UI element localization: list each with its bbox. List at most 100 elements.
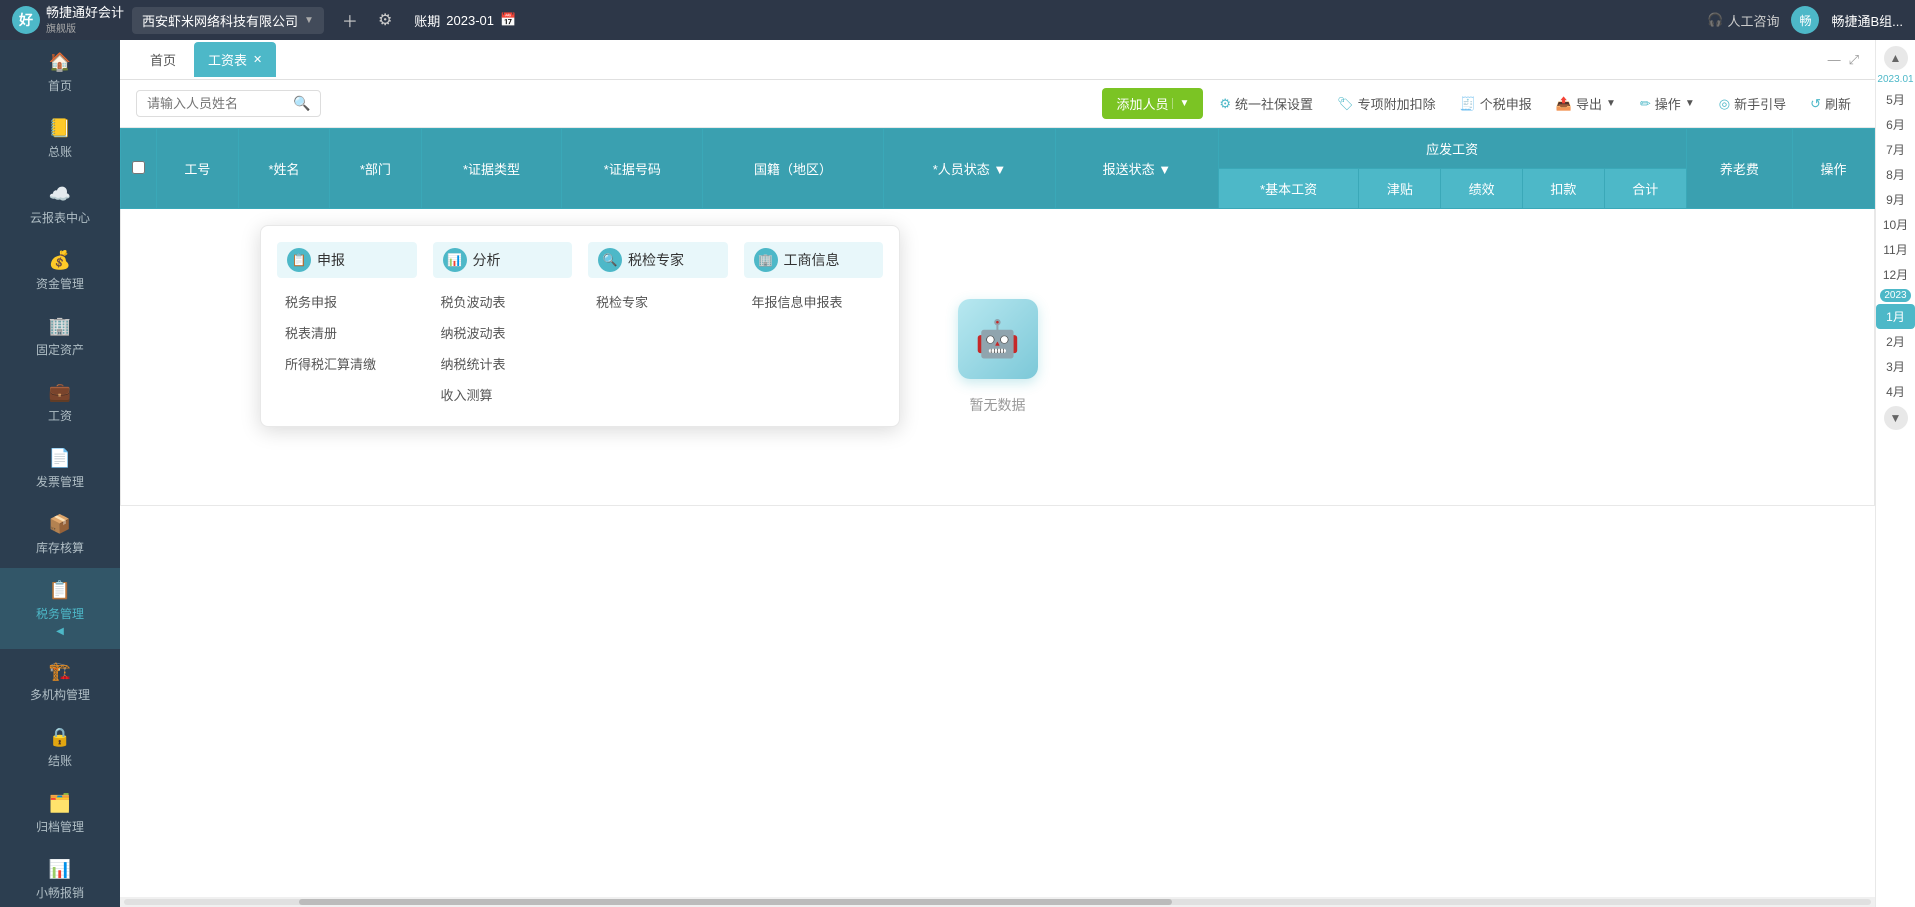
menu-item-tax-burden[interactable]: 税负波动表 xyxy=(433,286,573,317)
declaration-title: 申报 xyxy=(317,250,345,270)
settings-icon-button[interactable]: ⚙ xyxy=(372,8,398,32)
search-input[interactable] xyxy=(147,96,287,111)
sidebar-item-invoice[interactable]: 📄 发票管理 xyxy=(0,436,120,502)
cloud-icon: ☁️ xyxy=(49,184,71,205)
sidebar-expand-icon: ◀ xyxy=(56,626,64,637)
sidebar-item-close[interactable]: 🔒 结账 xyxy=(0,715,120,781)
user-avatar[interactable]: 畅 xyxy=(1791,6,1819,34)
menu-item-income-calc[interactable]: 收入测算 xyxy=(433,379,573,410)
menu-section-analysis: 📊 分析 税负波动表 纳税波动表 纳税统计表 收入测算 xyxy=(433,242,573,410)
tax-declaration-button[interactable]: 🧾 个税申报 xyxy=(1452,90,1540,117)
export-icon: 📤 xyxy=(1556,96,1572,112)
table-subheader-allowance: 津贴 xyxy=(1359,169,1441,209)
timeline-month-8[interactable]: 8月 xyxy=(1876,162,1915,187)
dropdown-menu: 📋 申报 税务申报 税表清册 所得税汇算清缴 📊 分析 税负波动表 纳税波动表 … xyxy=(260,225,900,427)
filter2-icon[interactable]: ▼ xyxy=(1158,162,1171,177)
company-name: 西安虾米网络科技有限公司 xyxy=(142,11,298,30)
search-icon: 🔍 xyxy=(293,95,310,112)
sidebar-ledger-label: 总账 xyxy=(48,143,72,160)
analysis-section-icon: 📊 xyxy=(443,248,467,272)
period-value: 2023-01 xyxy=(446,13,494,28)
timeline-month-5[interactable]: 5月 xyxy=(1876,87,1915,112)
menu-item-tax-flow[interactable]: 纳税波动表 xyxy=(433,317,573,348)
table-header-send-status: 报送状态 ▼ xyxy=(1056,129,1219,209)
sidebar-item-multi[interactable]: 🏗️ 多机构管理 xyxy=(0,649,120,715)
customer-service-button[interactable]: 🎧 人工咨询 xyxy=(1707,11,1779,30)
tab-home[interactable]: 首页 xyxy=(136,42,190,77)
salary-icon: 💼 xyxy=(49,382,71,403)
sidebar-item-home[interactable]: 🏠 首页 xyxy=(0,40,120,106)
timeline-month-10[interactable]: 10月 xyxy=(1876,212,1915,237)
filter-icon[interactable]: ▼ xyxy=(993,162,1006,177)
timeline-up-arrow[interactable]: ▲ xyxy=(1884,46,1908,70)
window-minimize-icon[interactable]: — xyxy=(1828,52,1841,68)
export-arrow: ▼ xyxy=(1606,98,1616,109)
search-box[interactable]: 🔍 xyxy=(136,90,321,117)
sidebar-home-label: 首页 xyxy=(48,77,72,94)
home-icon: 🏠 xyxy=(49,52,71,73)
archive-icon: 🗂️ xyxy=(49,793,71,814)
refresh-button[interactable]: ↺ 刷新 xyxy=(1802,90,1859,117)
sidebar-item-report[interactable]: 📊 小畅报销 xyxy=(0,847,120,907)
social-insurance-button[interactable]: ⚙ 统一社保设置 xyxy=(1211,90,1321,117)
header-actions: ＋ ⚙ xyxy=(336,6,398,34)
timeline-month-12[interactable]: 12月 xyxy=(1876,262,1915,287)
sidebar-item-assets[interactable]: 🏢 固定资产 xyxy=(0,304,120,370)
scroll-thumb[interactable] xyxy=(299,899,1173,905)
add-company-button[interactable]: ＋ xyxy=(336,6,364,34)
sidebar-invoice-label: 发票管理 xyxy=(36,473,84,490)
timeline-month-4[interactable]: 4月 xyxy=(1876,379,1915,404)
calendar-icon[interactable]: 📅 xyxy=(500,12,516,28)
special-deduction-button[interactable]: 🏷 专项附加扣除 xyxy=(1329,90,1444,117)
sidebar-item-tax[interactable]: 📋 税务管理 ◀ xyxy=(0,568,120,649)
table-header-checkbox[interactable] xyxy=(121,129,157,209)
refresh-icon: ↺ xyxy=(1810,96,1821,112)
timeline-month-2[interactable]: 2月 xyxy=(1876,329,1915,354)
select-all-checkbox[interactable] xyxy=(132,161,145,174)
menu-item-annual-report[interactable]: 年报信息申报表 xyxy=(744,286,884,317)
window-maximize-icon[interactable]: ⤢ xyxy=(1849,52,1859,68)
menu-item-income-clear[interactable]: 所得税汇算清缴 xyxy=(277,348,417,379)
menu-item-tax-report[interactable]: 税务申报 xyxy=(277,286,417,317)
table-header-cert-num: *证据号码 xyxy=(562,129,703,209)
menu-item-expert[interactable]: 税检专家 xyxy=(588,286,728,317)
period-area: 账期 2023-01 📅 xyxy=(414,11,516,30)
timeline-month-9[interactable]: 9月 xyxy=(1876,187,1915,212)
timeline-down-arrow[interactable]: ▼ xyxy=(1884,406,1908,430)
tab-salary[interactable]: 工资表 ✕ xyxy=(194,42,276,77)
funds-icon: 💰 xyxy=(49,250,71,271)
menu-item-tax-form[interactable]: 税表清册 xyxy=(277,317,417,348)
menu-item-tax-stats[interactable]: 纳税统计表 xyxy=(433,348,573,379)
timeline-month-1[interactable]: 1月 xyxy=(1876,304,1915,329)
sidebar-item-stock[interactable]: 📦 库存核算 xyxy=(0,502,120,568)
timeline-month-11[interactable]: 11月 xyxy=(1876,237,1915,262)
timeline-month-6[interactable]: 6月 xyxy=(1876,112,1915,137)
export-button[interactable]: 📤 导出 ▼ xyxy=(1548,90,1624,117)
add-person-label: 添加人员 xyxy=(1116,94,1168,113)
operation-button[interactable]: ✏ 操作 ▼ xyxy=(1632,90,1703,117)
sidebar-cloud-label: 云报表中心 xyxy=(30,209,90,226)
sidebar-item-salary[interactable]: 💼 工资 xyxy=(0,370,120,436)
empty-icon: 🤖 xyxy=(958,299,1038,379)
user-name[interactable]: 畅捷通B组... xyxy=(1831,11,1903,30)
tab-salary-label: 工资表 xyxy=(208,50,247,69)
sidebar-assets-label: 固定资产 xyxy=(36,341,84,358)
table-subheader-total: 合计 xyxy=(1604,169,1686,209)
sidebar-item-cloud[interactable]: ☁️ 云报表中心 xyxy=(0,172,120,238)
sidebar-item-archive[interactable]: 🗂️ 归档管理 xyxy=(0,781,120,847)
horizontal-scrollbar[interactable] xyxy=(120,897,1875,907)
new-guide-button[interactable]: ◎ 新手引导 xyxy=(1711,90,1794,117)
table-header-dept: *部门 xyxy=(330,129,421,209)
add-person-button[interactable]: 添加人员 ▼ xyxy=(1102,88,1203,119)
tab-close-icon[interactable]: ✕ xyxy=(253,53,262,66)
sidebar-report-label: 小畅报销 xyxy=(36,884,84,901)
company-selector[interactable]: 西安虾米网络科技有限公司 ▼ xyxy=(132,7,324,34)
sidebar-item-ledger[interactable]: 📒 总账 xyxy=(0,106,120,172)
table-subheader-deduction: 扣款 xyxy=(1523,169,1605,209)
timeline-month-3[interactable]: 3月 xyxy=(1876,354,1915,379)
table-header-status: *人员状态 ▼ xyxy=(883,129,1055,209)
timeline-month-7[interactable]: 7月 xyxy=(1876,137,1915,162)
scroll-track[interactable] xyxy=(124,899,1871,905)
sidebar-archive-label: 归档管理 xyxy=(36,818,84,835)
sidebar-item-funds[interactable]: 💰 资金管理 xyxy=(0,238,120,304)
